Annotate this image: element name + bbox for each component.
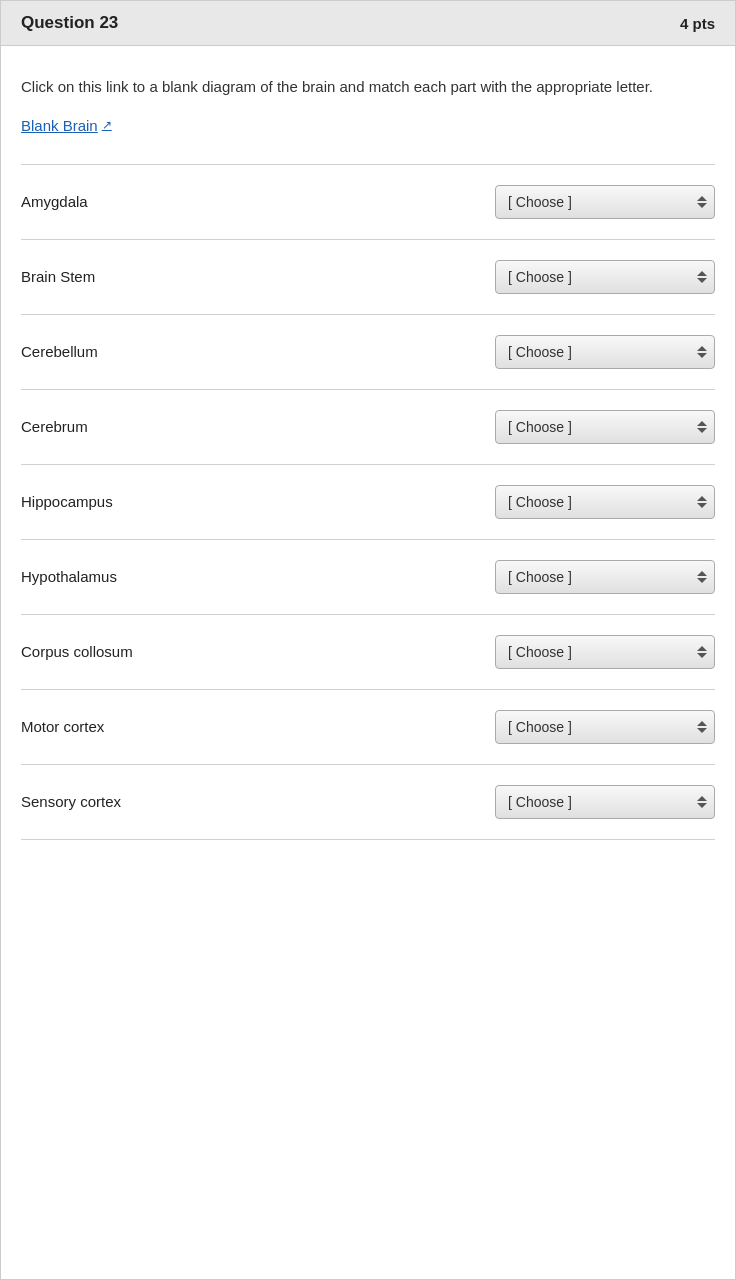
- select-wrapper: [ Choose ]ABCDEFGHI: [495, 635, 715, 669]
- page-container: Question 23 4 pts Click on this link to …: [0, 0, 736, 1280]
- table-row: Cerebrum[ Choose ]ABCDEFGHI: [21, 390, 715, 465]
- choose-select[interactable]: [ Choose ]ABCDEFGHI: [495, 710, 715, 744]
- term-label: Motor cortex: [21, 718, 495, 735]
- choose-select[interactable]: [ Choose ]ABCDEFGHI: [495, 335, 715, 369]
- table-row: Cerebellum[ Choose ]ABCDEFGHI: [21, 315, 715, 390]
- choose-select[interactable]: [ Choose ]ABCDEFGHI: [495, 260, 715, 294]
- table-row: Hippocampus[ Choose ]ABCDEFGHI: [21, 465, 715, 540]
- question-body: Click on this link to a blank diagram of…: [1, 46, 735, 860]
- items-container: Amygdala[ Choose ]ABCDEFGHIBrain Stem[ C…: [21, 164, 715, 840]
- choose-select[interactable]: [ Choose ]ABCDEFGHI: [495, 560, 715, 594]
- select-wrapper: [ Choose ]ABCDEFGHI: [495, 560, 715, 594]
- choose-select[interactable]: [ Choose ]ABCDEFGHI: [495, 410, 715, 444]
- table-row: Hypothalamus[ Choose ]ABCDEFGHI: [21, 540, 715, 615]
- term-label: Amygdala: [21, 193, 495, 210]
- select-wrapper: [ Choose ]ABCDEFGHI: [495, 335, 715, 369]
- select-wrapper: [ Choose ]ABCDEFGHI: [495, 485, 715, 519]
- choose-select[interactable]: [ Choose ]ABCDEFGHI: [495, 485, 715, 519]
- choose-select[interactable]: [ Choose ]ABCDEFGHI: [495, 785, 715, 819]
- question-points: 4 pts: [680, 15, 715, 32]
- select-wrapper: [ Choose ]ABCDEFGHI: [495, 710, 715, 744]
- select-wrapper: [ Choose ]ABCDEFGHI: [495, 185, 715, 219]
- term-label: Cerebrum: [21, 418, 495, 435]
- table-row: Amygdala[ Choose ]ABCDEFGHI: [21, 165, 715, 240]
- table-row: Corpus collosum[ Choose ]ABCDEFGHI: [21, 615, 715, 690]
- table-row: Motor cortex[ Choose ]ABCDEFGHI: [21, 690, 715, 765]
- term-label: Corpus collosum: [21, 643, 495, 660]
- term-label: Sensory cortex: [21, 793, 495, 810]
- select-wrapper: [ Choose ]ABCDEFGHI: [495, 785, 715, 819]
- term-label: Hippocampus: [21, 493, 495, 510]
- blank-brain-link[interactable]: Blank Brain ↗: [21, 117, 112, 134]
- term-label: Brain Stem: [21, 268, 495, 285]
- term-label: Hypothalamus: [21, 568, 495, 585]
- table-row: Sensory cortex[ Choose ]ABCDEFGHI: [21, 765, 715, 840]
- blank-brain-link-text: Blank Brain: [21, 117, 98, 134]
- table-row: Brain Stem[ Choose ]ABCDEFGHI: [21, 240, 715, 315]
- select-wrapper: [ Choose ]ABCDEFGHI: [495, 410, 715, 444]
- select-wrapper: [ Choose ]ABCDEFGHI: [495, 260, 715, 294]
- choose-select[interactable]: [ Choose ]ABCDEFGHI: [495, 185, 715, 219]
- question-header: Question 23 4 pts: [1, 1, 735, 46]
- term-label: Cerebellum: [21, 343, 495, 360]
- question-title: Question 23: [21, 13, 118, 33]
- choose-select[interactable]: [ Choose ]ABCDEFGHI: [495, 635, 715, 669]
- instruction-text: Click on this link to a blank diagram of…: [21, 76, 715, 99]
- external-link-icon: ↗: [102, 118, 112, 132]
